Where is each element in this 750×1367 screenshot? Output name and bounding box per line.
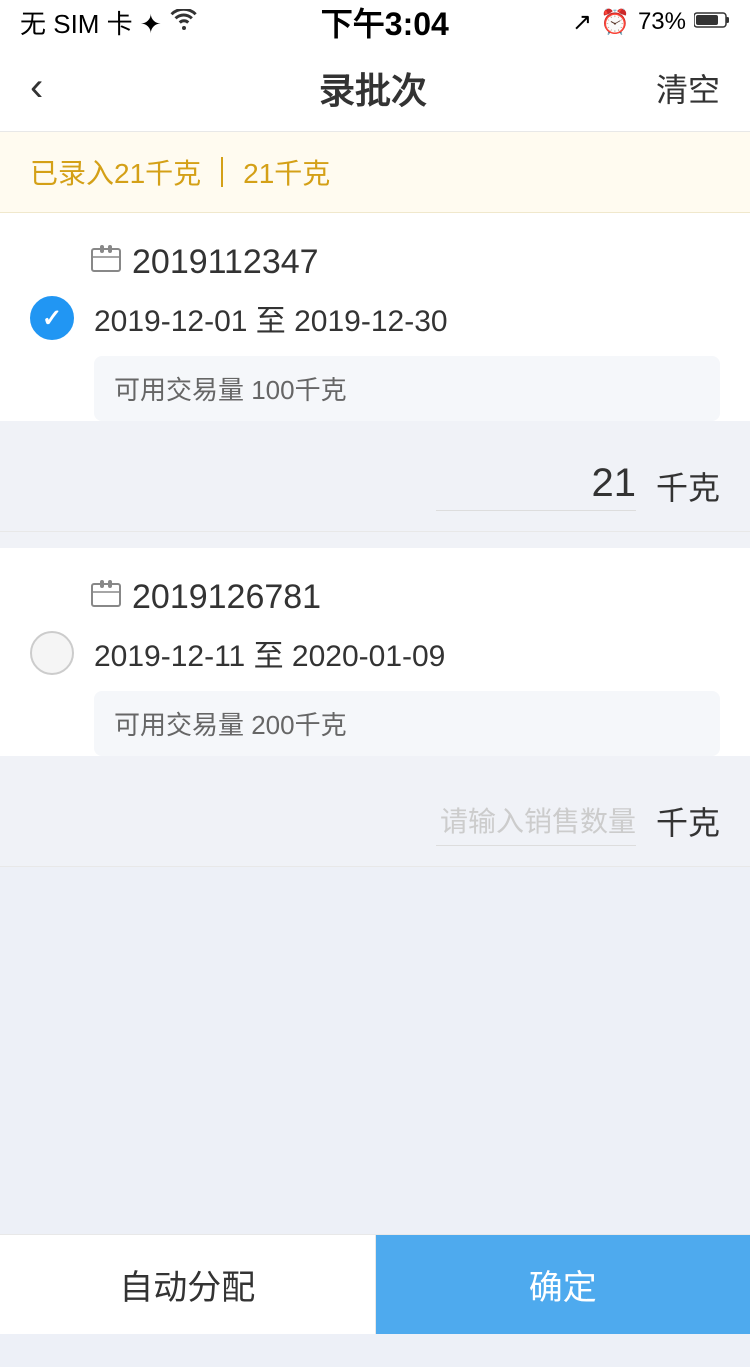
section-separator xyxy=(0,532,750,548)
battery-icon xyxy=(694,8,730,36)
batch-1-date: 2019-12-01 至 2019-12-30 xyxy=(94,296,448,340)
wifi-icon xyxy=(170,7,198,38)
batch-2-unit: 千克 xyxy=(656,798,720,844)
batch-1-input-row: 千克 xyxy=(0,441,750,532)
status-left: 无 SIM 卡 ✦ xyxy=(20,4,198,41)
info-divider xyxy=(221,157,223,187)
batch-2-quantity-input[interactable] xyxy=(436,796,636,841)
page-title: 录批次 xyxy=(319,62,427,114)
sim-text: 无 SIM 卡 ✦ xyxy=(20,4,162,41)
location-icon: ↗ xyxy=(572,8,592,37)
batch-2-icon xyxy=(90,580,122,616)
auto-distribute-label: 自动分配 xyxy=(119,1260,255,1309)
alarm-icon: ⏰ xyxy=(600,8,630,37)
total-amount: 21千克 xyxy=(243,152,330,192)
batch-1-select-row[interactable]: 2019-12-01 至 2019-12-30 xyxy=(30,296,720,340)
batch-item-2: 2019126781 2019-12-11 至 2020-01-09 可用交易量… xyxy=(0,548,750,756)
bottom-bar: 自动分配 确定 xyxy=(0,1234,750,1334)
batch-2-input-row: 千克 xyxy=(0,776,750,867)
batch-1-icon xyxy=(90,245,122,281)
batch-1-input-wrapper[interactable] xyxy=(436,461,636,511)
status-time: 下午3:04 xyxy=(321,0,449,45)
status-right: ↗ ⏰ 73% xyxy=(572,8,730,37)
batch-2-input-wrapper[interactable] xyxy=(436,796,636,846)
batch-1-input-line xyxy=(436,510,636,511)
batch-2-header: 2019126781 xyxy=(90,578,720,617)
recorded-amount: 已录入21千克 xyxy=(30,152,201,192)
batch-item-1: 2019112347 2019-12-01 至 2019-12-30 可用交易量… xyxy=(0,213,750,421)
batch-2-date: 2019-12-11 至 2020-01-09 xyxy=(94,631,445,675)
confirm-button[interactable]: 确定 xyxy=(376,1235,750,1334)
batch-1-id: 2019112347 xyxy=(132,243,319,282)
batch-2-id: 2019126781 xyxy=(132,578,321,617)
info-banner: 已录入21千克 21千克 xyxy=(0,132,750,213)
batch-2-input-line xyxy=(436,845,636,846)
battery-text: 73% xyxy=(638,8,686,36)
batch-1-radio[interactable] xyxy=(30,296,74,340)
batch-1-available: 可用交易量 100千克 xyxy=(94,356,720,421)
nav-bar: ‹ 录批次 清空 xyxy=(0,44,750,132)
confirm-label: 确定 xyxy=(529,1260,597,1309)
batch-1-quantity-input[interactable] xyxy=(436,461,636,506)
batch-1-header: 2019112347 xyxy=(90,243,720,282)
batch-1-unit: 千克 xyxy=(656,463,720,509)
clear-button[interactable]: 清空 xyxy=(656,65,720,111)
status-bar: 无 SIM 卡 ✦ 下午3:04 ↗ ⏰ 73% xyxy=(0,0,750,44)
back-button[interactable]: ‹ xyxy=(30,65,90,110)
batch-2-radio[interactable] xyxy=(30,631,74,675)
batch-2-select-row[interactable]: 2019-12-11 至 2020-01-09 xyxy=(30,631,720,675)
auto-distribute-button[interactable]: 自动分配 xyxy=(0,1235,376,1334)
batch-2-available: 可用交易量 200千克 xyxy=(94,691,720,756)
